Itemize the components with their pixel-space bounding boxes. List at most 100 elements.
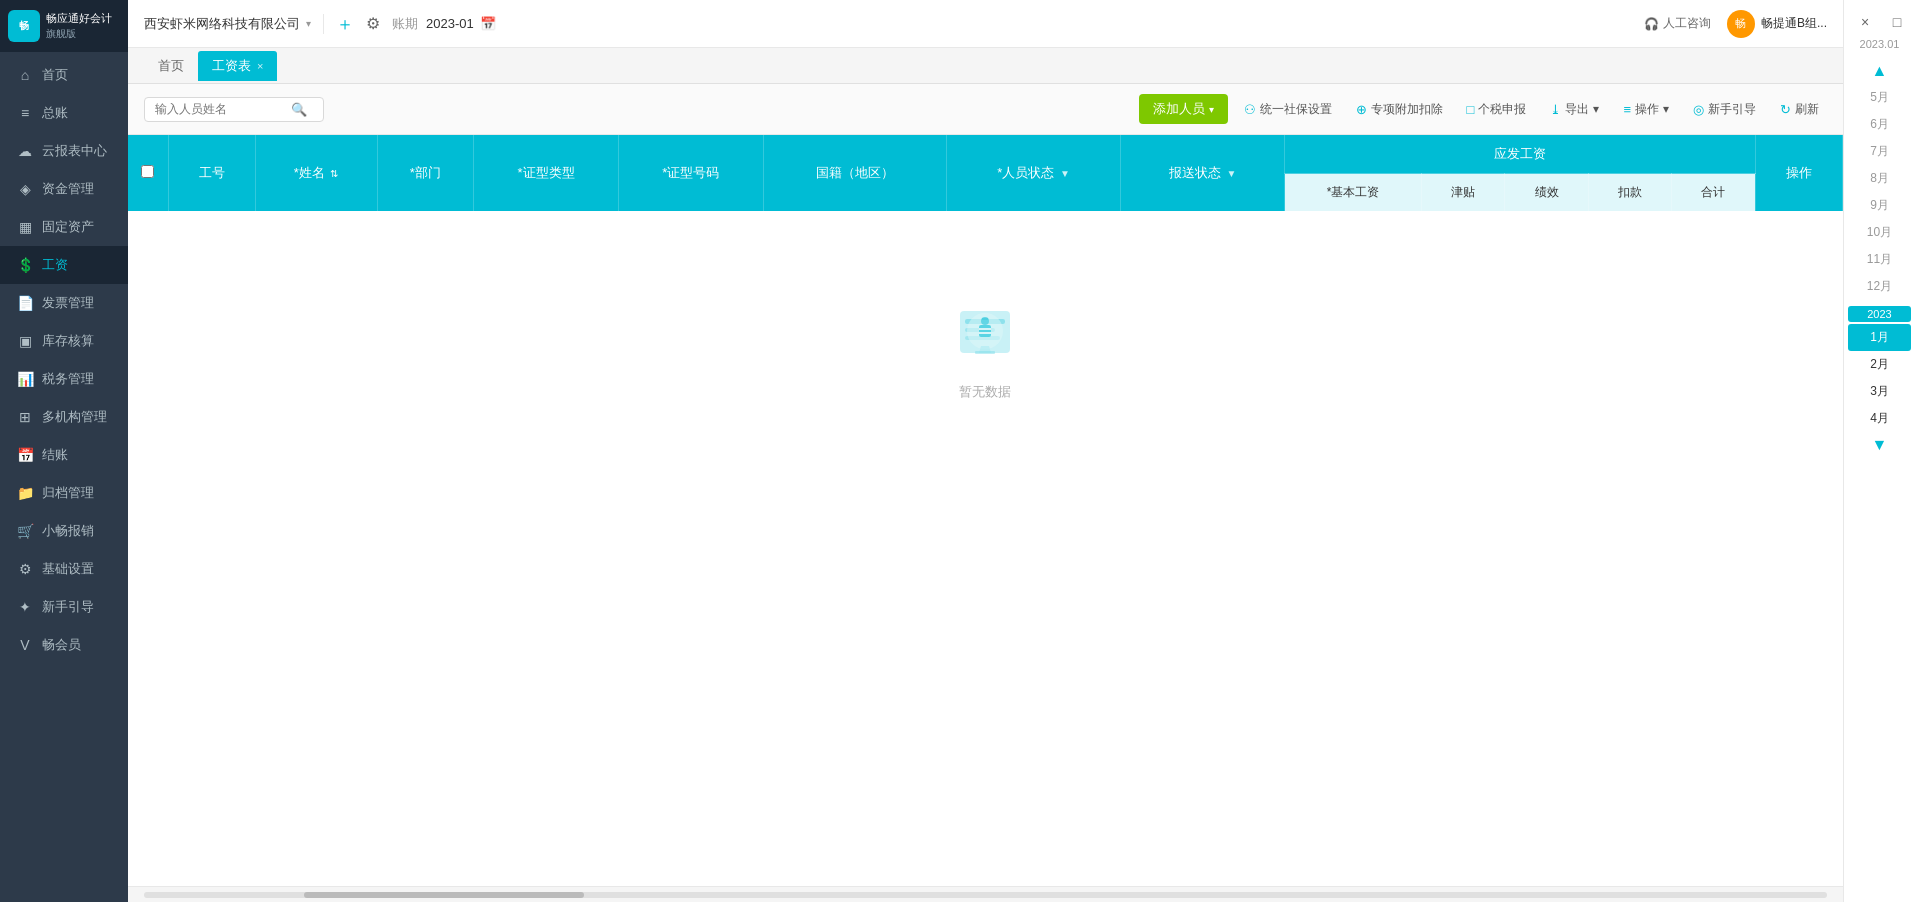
panel-scroll-down-button[interactable]: ▼ bbox=[1868, 432, 1892, 458]
service-button[interactable]: 🎧 人工咨询 bbox=[1644, 15, 1711, 32]
sidebar-item-fixed-assets[interactable]: ▦ 固定资产 bbox=[0, 208, 128, 246]
guide-label: 新手引导 bbox=[1708, 101, 1756, 118]
building-icon: ▦ bbox=[16, 219, 34, 235]
sort-name-icon[interactable]: ⇅ bbox=[330, 168, 338, 179]
sidebar-item-guide[interactable]: ✦ 新手引导 bbox=[0, 588, 128, 626]
actions-button[interactable]: ≡ 操作 ▾ bbox=[1615, 97, 1677, 122]
refresh-button[interactable]: ↻ 刷新 bbox=[1772, 97, 1827, 122]
special-deduction-icon: ⊕ bbox=[1356, 102, 1367, 117]
sidebar-item-label: 基础设置 bbox=[42, 560, 94, 578]
scroll-track bbox=[144, 892, 1827, 898]
special-deduction-button[interactable]: ⊕ 专项附加扣除 bbox=[1348, 97, 1451, 122]
social-security-label: 统一社保设置 bbox=[1260, 101, 1332, 118]
multi-org-icon: ⊞ bbox=[16, 409, 34, 425]
month-item-6[interactable]: 6月 bbox=[1848, 111, 1912, 138]
month-item-feb[interactable]: 2月 bbox=[1848, 351, 1912, 378]
avatar: 畅 bbox=[1727, 10, 1755, 38]
scroll-bar-area bbox=[128, 886, 1843, 902]
month-item-12[interactable]: 12月 bbox=[1848, 273, 1912, 300]
add-person-button[interactable]: 添加人员 ▾ bbox=[1139, 94, 1228, 124]
calendar-icon[interactable]: 📅 bbox=[480, 16, 496, 31]
sidebar-item-label: 资金管理 bbox=[42, 180, 94, 198]
sidebar-item-cloud-report[interactable]: ☁ 云报表中心 bbox=[0, 132, 128, 170]
close-window-button[interactable]: × bbox=[1849, 6, 1881, 38]
sidebar-item-home[interactable]: ⌂ 首页 bbox=[0, 56, 128, 94]
tab-home[interactable]: 首页 bbox=[144, 51, 198, 81]
period-label: 账期 bbox=[392, 15, 418, 33]
sidebar-item-close[interactable]: 📅 结账 bbox=[0, 436, 128, 474]
add-company-button[interactable]: ＋ bbox=[336, 12, 354, 36]
empty-illustration bbox=[945, 291, 1025, 371]
table-wrap: 工号 *姓名 ⇅ *部门 *证型类型 *证型号码 国籍（地区） *人员状态 ▼ bbox=[128, 135, 1843, 886]
col-actions: 操作 bbox=[1755, 135, 1842, 211]
empty-state: 暂无数据 bbox=[128, 211, 1843, 481]
month-item-10[interactable]: 10月 bbox=[1848, 219, 1912, 246]
sidebar-item-tax[interactable]: 📊 税务管理 bbox=[0, 360, 128, 398]
sidebar-item-invoice[interactable]: 📄 发票管理 bbox=[0, 284, 128, 322]
month-item-apr[interactable]: 4月 bbox=[1848, 405, 1912, 432]
refresh-icon: ↻ bbox=[1780, 102, 1791, 117]
service-label: 人工咨询 bbox=[1663, 15, 1711, 32]
sidebar-item-label: 畅会员 bbox=[42, 636, 81, 654]
sidebar-item-label: 税务管理 bbox=[42, 370, 94, 388]
content-area: 🔍 添加人员 ▾ ⚇ 统一社保设置 ⊕ 专项附加扣除 □ 个税申报 bbox=[128, 84, 1843, 902]
company-settings-button[interactable]: ⚙ bbox=[366, 14, 380, 33]
month-item-8[interactable]: 8月 bbox=[1848, 165, 1912, 192]
col-report-status: 报送状态 ▼ bbox=[1120, 135, 1284, 211]
sidebar-item-label: 新手引导 bbox=[42, 598, 94, 616]
sidebar-item-expense[interactable]: 🛒 小畅报销 bbox=[0, 512, 128, 550]
sidebar-nav: ⌂ 首页 ≡ 总账 ☁ 云报表中心 ◈ 资金管理 ▦ 固定资产 💲 工资 📄 发… bbox=[0, 52, 128, 902]
sidebar-item-multi-org[interactable]: ⊞ 多机构管理 bbox=[0, 398, 128, 436]
panel-scroll-up-button[interactable]: ▲ bbox=[1868, 58, 1892, 84]
month-item-7[interactable]: 7月 bbox=[1848, 138, 1912, 165]
col-id-num: *证型号码 bbox=[618, 135, 763, 211]
search-input[interactable] bbox=[155, 102, 285, 116]
sidebar-item-label: 库存核算 bbox=[42, 332, 94, 350]
col-allowance: 津贴 bbox=[1421, 174, 1504, 212]
topbar: 西安虾米网络科技有限公司 ▾ ＋ ⚙ 账期 2023-01 📅 🎧 人工咨询 畅… bbox=[128, 0, 1843, 48]
payroll-table: 工号 *姓名 ⇅ *部门 *证型类型 *证型号码 国籍（地区） *人员状态 ▼ bbox=[128, 135, 1843, 481]
payroll-icon: 💲 bbox=[16, 257, 34, 273]
company-selector[interactable]: 西安虾米网络科技有限公司 ▾ bbox=[144, 15, 311, 33]
tax-button[interactable]: □ 个税申报 bbox=[1459, 97, 1535, 122]
sidebar-item-archive[interactable]: 📁 归档管理 bbox=[0, 474, 128, 512]
sidebar-item-fund[interactable]: ◈ 资金管理 bbox=[0, 170, 128, 208]
person-status-filter-icon[interactable]: ▼ bbox=[1060, 168, 1070, 179]
member-icon: V bbox=[16, 637, 34, 653]
toolbar: 🔍 添加人员 ▾ ⚇ 统一社保设置 ⊕ 专项附加扣除 □ 个税申报 bbox=[128, 84, 1843, 135]
scroll-thumb[interactable] bbox=[304, 892, 584, 898]
logo-title: 畅应通好会计 bbox=[46, 11, 112, 26]
select-all-checkbox[interactable] bbox=[141, 165, 154, 178]
export-button[interactable]: ⤓ 导出 ▾ bbox=[1542, 97, 1607, 122]
col-deduction: 扣款 bbox=[1588, 174, 1671, 212]
sidebar-item-ledger[interactable]: ≡ 总账 bbox=[0, 94, 128, 132]
social-security-button[interactable]: ⚇ 统一社保设置 bbox=[1236, 97, 1340, 122]
report-status-filter-icon[interactable]: ▼ bbox=[1226, 168, 1236, 179]
sidebar-item-inventory[interactable]: ▣ 库存核算 bbox=[0, 322, 128, 360]
search-icon: 🔍 bbox=[291, 102, 307, 117]
month-item-mar[interactable]: 3月 bbox=[1848, 378, 1912, 405]
month-item-5[interactable]: 5月 bbox=[1848, 84, 1912, 111]
sidebar-item-payroll[interactable]: 💲 工资 bbox=[0, 246, 128, 284]
main-area: 西安虾米网络科技有限公司 ▾ ＋ ⚙ 账期 2023-01 📅 🎧 人工咨询 畅… bbox=[128, 0, 1843, 902]
tab-close-icon[interactable]: × bbox=[257, 60, 263, 72]
export-label: 导出 bbox=[1565, 101, 1589, 118]
fund-icon: ◈ bbox=[16, 181, 34, 197]
sidebar-item-member[interactable]: V 畅会员 bbox=[0, 626, 128, 664]
inventory-icon: ▣ bbox=[16, 333, 34, 349]
month-item-11[interactable]: 11月 bbox=[1848, 246, 1912, 273]
sidebar-item-label: 发票管理 bbox=[42, 294, 94, 312]
user-menu[interactable]: 畅 畅提通B组... bbox=[1727, 10, 1827, 38]
social-security-icon: ⚇ bbox=[1244, 102, 1256, 117]
date-panel: × □ 2023.01 ▲ 5月 6月 7月 8月 9月 10月 11月 12月… bbox=[1843, 0, 1915, 902]
month-item-9[interactable]: 9月 bbox=[1848, 192, 1912, 219]
maximize-window-button[interactable]: □ bbox=[1881, 6, 1913, 38]
guide-icon: ✦ bbox=[16, 599, 34, 615]
col-employee-id: 工号 bbox=[168, 135, 255, 211]
month-item-jan[interactable]: 1月 bbox=[1848, 324, 1912, 351]
export-icon: ⤓ bbox=[1550, 102, 1561, 117]
sidebar-item-settings[interactable]: ⚙ 基础设置 bbox=[0, 550, 128, 588]
guide-button[interactable]: ◎ 新手引导 bbox=[1685, 97, 1764, 122]
tab-payroll[interactable]: 工资表 × bbox=[198, 51, 277, 81]
guide-toolbar-icon: ◎ bbox=[1693, 102, 1704, 117]
